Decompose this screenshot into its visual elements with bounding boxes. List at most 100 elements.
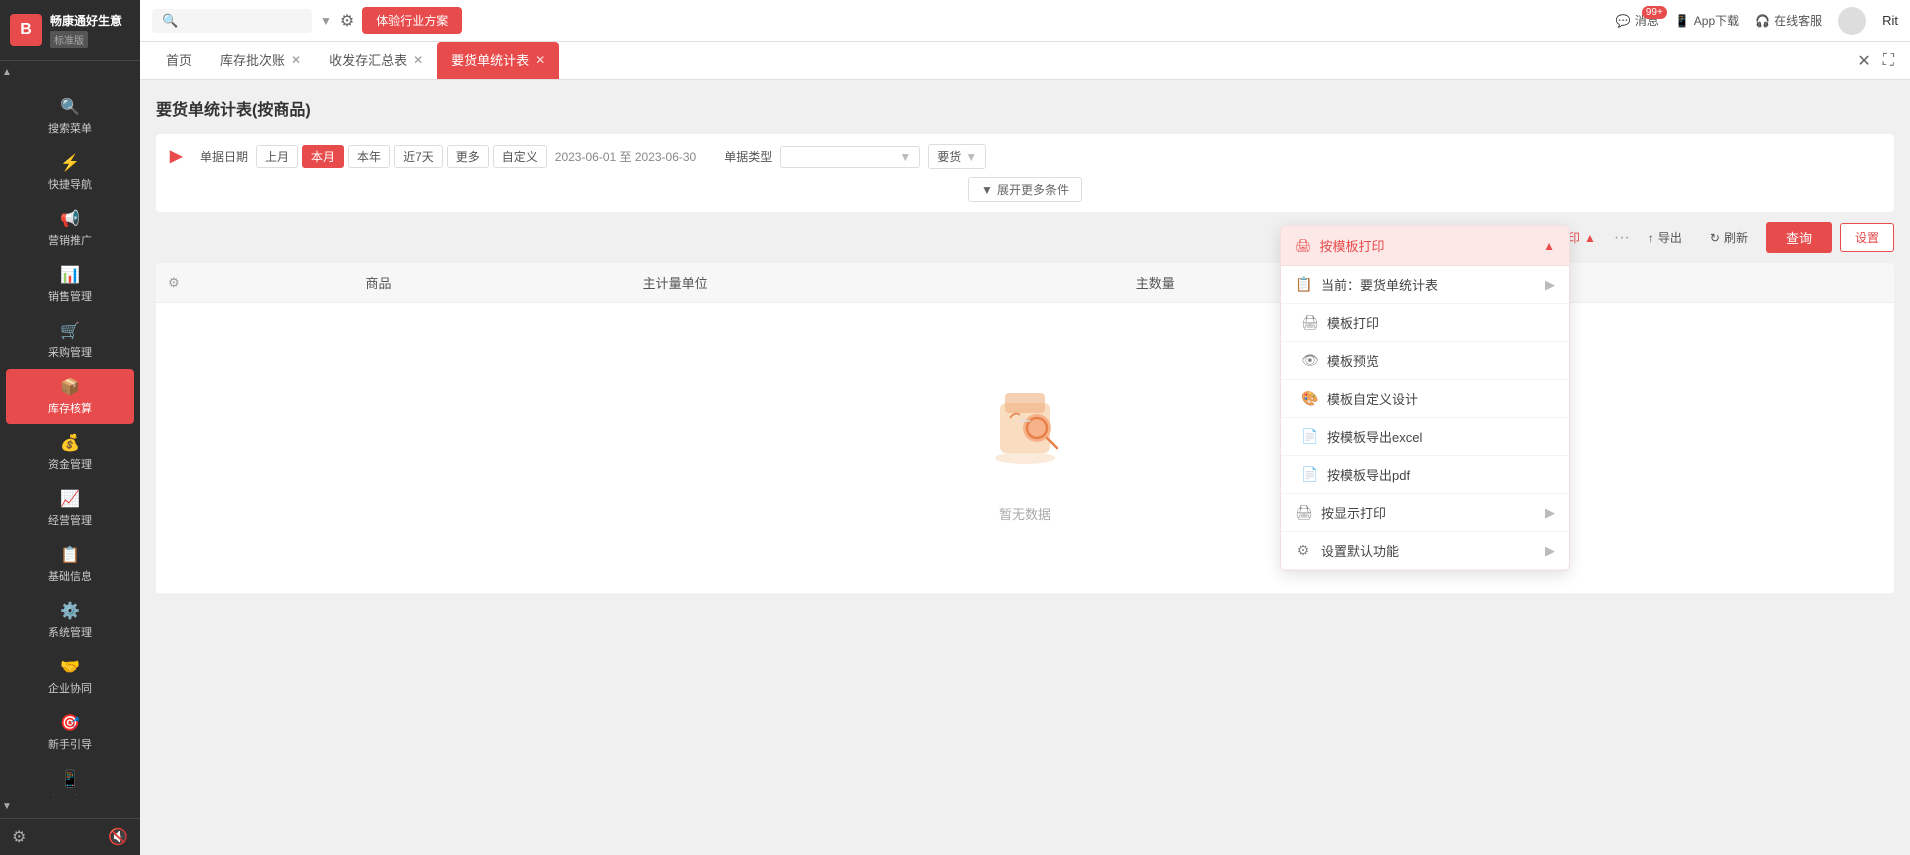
sidebar-scroll-down[interactable]: ▼: [0, 795, 14, 818]
dropdown-item-export-pdf[interactable]: 📄 按模板导出pdf: [1281, 456, 1569, 494]
sidebar-item-search-menu[interactable]: 🔍 搜索菜单: [6, 89, 134, 144]
sidebar-item-operations[interactable]: 📈 经营管理: [6, 481, 134, 536]
industry-btn[interactable]: 体验行业方案: [362, 7, 462, 34]
support-label: 在线客服: [1774, 12, 1822, 29]
settings-btn[interactable]: 设置: [1840, 223, 1894, 252]
sidebar-item-finance[interactable]: 💰 资金管理: [6, 425, 134, 480]
sidebar-item-system[interactable]: ⚙️ 系统管理: [6, 593, 134, 648]
scroll-up-arrow[interactable]: ▲: [2, 61, 12, 84]
display-print-left: 🖨 按显示打印: [1295, 503, 1386, 522]
type-select[interactable]: ▼: [780, 146, 920, 168]
table-settings-icon[interactable]: ⚙: [168, 275, 180, 290]
current-template-label: 当前：要货单统计表: [1321, 275, 1438, 294]
empty-text: 暂无数据: [999, 504, 1051, 523]
tabs-actions: ✕ ⛶: [1853, 47, 1898, 75]
expand-more-btn[interactable]: ▼ 展开更多条件: [968, 177, 1082, 202]
export-icon: ↑: [1648, 231, 1654, 245]
app-download-btn[interactable]: 📱 App下载: [1675, 12, 1739, 29]
topbar-search-box[interactable]: 🔍: [152, 9, 312, 33]
tab-collection-summary-close[interactable]: ✕: [413, 53, 423, 67]
sidebar-sound-icon[interactable]: 🔇: [108, 827, 128, 847]
date-btn-custom[interactable]: 自定义: [493, 145, 547, 168]
type-select-chevron: ▼: [899, 150, 911, 164]
scroll-down-arrow[interactable]: ▼: [2, 795, 12, 818]
topbar-gear-icon[interactable]: ⚙: [340, 11, 354, 31]
sidebar-item-quick-nav[interactable]: ⚡ 快捷导航: [6, 145, 134, 200]
sidebar-item-inventory[interactable]: 📦 库存核算: [6, 369, 134, 424]
sidebar-scroll-up[interactable]: ▲: [0, 61, 14, 84]
toolbar-more-icon[interactable]: ···: [1614, 229, 1630, 247]
dropdown-item-export-excel[interactable]: 📄 按模板导出excel: [1281, 418, 1569, 456]
dropdown-item-template-design[interactable]: 🎨 模板自定义设计: [1281, 380, 1569, 418]
current-template-chevron: ▶: [1545, 277, 1555, 293]
tab-collection-summary[interactable]: 收发存汇总表 ✕: [315, 42, 437, 79]
date-range-text: 2023-06-01 至 2023-06-30: [555, 148, 696, 165]
export-pdf-icon: 📄: [1301, 466, 1317, 483]
sidebar-item-sales[interactable]: 📊 销售管理: [6, 257, 134, 312]
date-btn-7days[interactable]: 近7天: [394, 145, 443, 168]
yaohuodan-filter[interactable]: 要货 ▼: [928, 144, 986, 169]
sidebar-item-app-center[interactable]: 📱 应用中心: [6, 761, 134, 795]
operations-icon: 📈: [60, 489, 80, 509]
search-input[interactable]: [182, 14, 282, 28]
app-name: 畅康通好生意: [50, 12, 122, 29]
dropdown-item-template-print[interactable]: 🖨 模板打印: [1281, 304, 1569, 342]
date-btn-this-month[interactable]: 本月: [302, 145, 344, 168]
date-btn-this-year[interactable]: 本年: [348, 145, 390, 168]
filter-expand-arrow[interactable]: ▶: [170, 146, 182, 166]
dropdown-display-print[interactable]: 🖨 按显示打印 ▶: [1281, 494, 1569, 532]
tab-inventory-batch-close[interactable]: ✕: [291, 53, 301, 67]
dropdown-header-title: 按模板打印: [1320, 236, 1385, 255]
date-btn-more[interactable]: 更多: [447, 145, 489, 168]
search-dropdown-chevron[interactable]: ▼: [320, 14, 332, 28]
sidebar-item-label-purchase: 采购管理: [48, 344, 92, 360]
tab-order-stats[interactable]: 要货单统计表 ✕: [437, 42, 559, 79]
maximize-tab-btn[interactable]: ⛶: [1879, 47, 1898, 75]
tab-home[interactable]: 首页: [152, 42, 206, 79]
app-download-icon: 📱: [1675, 14, 1690, 28]
sidebar-item-basic-info[interactable]: 📋 基础信息: [6, 537, 134, 592]
display-print-label: 按显示打印: [1321, 503, 1386, 522]
sidebar-item-purchase[interactable]: 🛒 采购管理: [6, 313, 134, 368]
yaohuodan-chevron: ▼: [965, 150, 977, 164]
sales-icon: 📊: [60, 265, 80, 285]
export-btn[interactable]: ↑ 导出: [1638, 225, 1692, 250]
filter-bar: ▶ 单据日期 上月 本月 本年 近7天 更多 自定义 2023-06-01 至 …: [156, 134, 1894, 212]
inventory-icon: 📦: [60, 377, 80, 397]
collab-icon: 🤝: [60, 657, 80, 677]
online-support-btn[interactable]: 🎧 在线客服: [1755, 12, 1822, 29]
app-center-icon: 📱: [60, 769, 80, 789]
default-func-icon: ⚙: [1295, 542, 1311, 559]
purchase-icon: 🛒: [60, 321, 80, 341]
dropdown-item-template-preview[interactable]: 👁 模板预览: [1281, 342, 1569, 380]
tab-inventory-batch[interactable]: 库存批次账 ✕: [206, 42, 315, 79]
current-template-icon: 📋: [1295, 276, 1311, 293]
sidebar-item-label-system: 系统管理: [48, 624, 92, 640]
user-avatar[interactable]: [1838, 7, 1866, 35]
sidebar-footer: ⚙ 🔇: [0, 818, 140, 855]
export-label: 导出: [1658, 229, 1682, 246]
expand-label: 展开更多条件: [997, 181, 1069, 198]
print-dropdown-arrow: ▲: [1584, 231, 1596, 245]
sidebar-item-collab[interactable]: 🤝 企业协同: [6, 649, 134, 704]
sidebar-nav: 🔍 搜索菜单 ⚡ 快捷导航 📢 营销推广 📊 销售管理 🛒 采购管理 📦 库存核…: [0, 84, 140, 795]
messages-btn[interactable]: 💬 消息 99+: [1616, 12, 1659, 29]
tab-order-stats-close[interactable]: ✕: [535, 53, 545, 67]
sidebar-item-guide[interactable]: 🎯 新手引导: [6, 705, 134, 760]
close-tab-btn[interactable]: ✕: [1853, 47, 1874, 75]
sidebar-settings-icon[interactable]: ⚙: [12, 827, 26, 847]
marketing-icon: 📢: [60, 209, 80, 229]
export-pdf-label: 按模板导出pdf: [1327, 465, 1410, 484]
empty-state-cell: 暂无数据: [156, 303, 1894, 594]
template-print-label: 模板打印: [1327, 313, 1379, 332]
dropdown-current-template[interactable]: 📋 当前：要货单统计表 ▶: [1281, 266, 1569, 304]
dropdown-header-icon: 🖨: [1295, 238, 1312, 254]
query-btn[interactable]: 查询: [1766, 222, 1832, 253]
refresh-btn[interactable]: ↻ 刷新: [1700, 225, 1758, 250]
finance-icon: 💰: [60, 433, 80, 453]
sidebar-item-marketing[interactable]: 📢 营销推广: [6, 201, 134, 256]
yaohuodan-label: 要货: [937, 148, 961, 165]
sidebar: B 畅康通好生意 标准版 ▲ 🔍 搜索菜单 ⚡ 快捷导航 📢 营销推广 📊 销售…: [0, 0, 140, 855]
dropdown-default-func[interactable]: ⚙ 设置默认功能 ▶: [1281, 532, 1569, 570]
date-btn-last-month[interactable]: 上月: [256, 145, 298, 168]
